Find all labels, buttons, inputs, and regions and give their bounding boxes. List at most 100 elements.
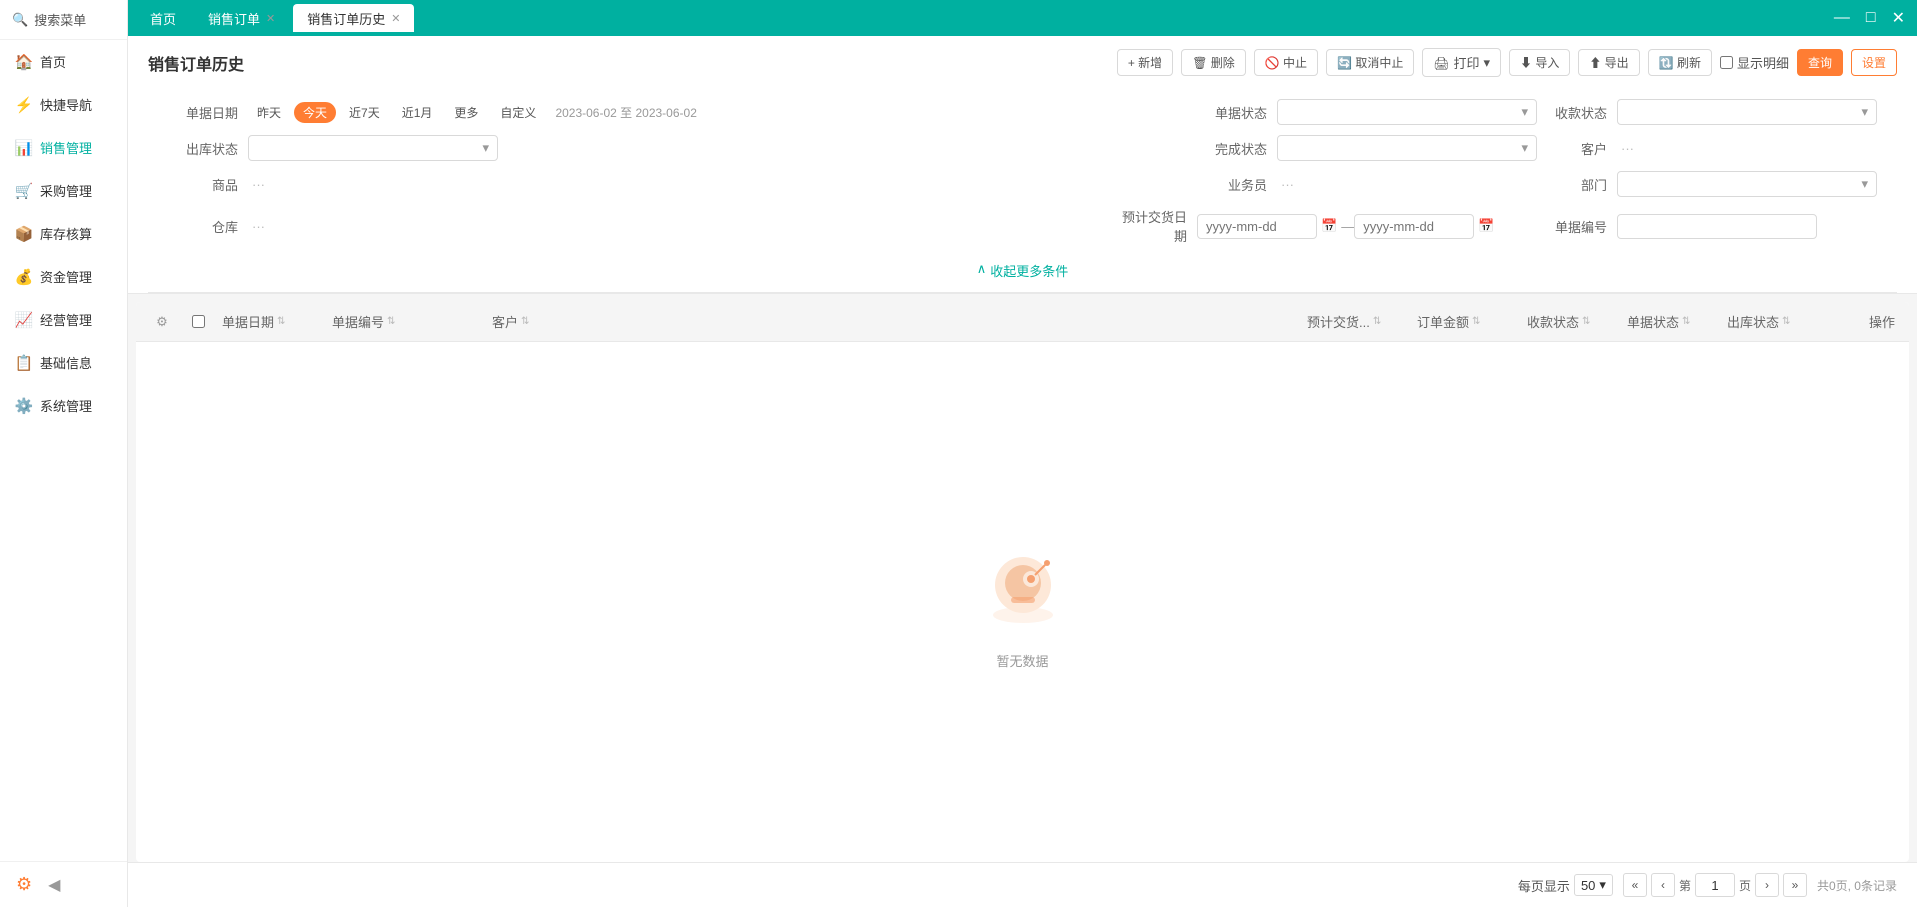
print-button[interactable]: 🖨 打印 ▾ bbox=[1422, 48, 1501, 77]
tab-sales-order-history-close[interactable]: ✕ bbox=[391, 12, 400, 25]
sidebar-item-finance[interactable]: 💰 资金管理 bbox=[0, 255, 127, 298]
th-num-sort: ⇅ bbox=[387, 316, 395, 327]
warehouse-label: 仓库 bbox=[168, 217, 248, 236]
collapse-row[interactable]: ∧ 收起更多条件 bbox=[168, 255, 1877, 282]
display-detail-toggle[interactable]: 显示明细 bbox=[1720, 53, 1789, 72]
delivery-date-to[interactable] bbox=[1354, 214, 1474, 239]
print-dropdown-icon[interactable]: ▾ bbox=[1483, 55, 1490, 71]
last-page-button[interactable]: » bbox=[1783, 873, 1807, 897]
new-button[interactable]: + 新增 bbox=[1117, 49, 1173, 76]
th-order-status-sort: ⇅ bbox=[1682, 316, 1690, 327]
goods-picker[interactable]: ··· bbox=[248, 177, 269, 192]
th-pay-status[interactable]: 收款状态 ⇅ bbox=[1521, 312, 1621, 331]
tab-home[interactable]: 首页 bbox=[136, 4, 190, 32]
page-content: 销售订单历史 + 新增 🗑 删除 🚫 中止 🔄 取消中止 🖨 打印 ▾ ⬇ 导入… bbox=[128, 36, 1917, 907]
th-amount[interactable]: 订单金额 ⇅ bbox=[1411, 312, 1521, 331]
th-date[interactable]: 单据日期 ⇅ bbox=[216, 312, 326, 331]
filter-row-1: 单据日期 昨天 今天 近7天 近1月 更多 自定义 2023-06-02 至 2… bbox=[168, 99, 1877, 125]
doc-number-input[interactable] bbox=[1617, 214, 1817, 239]
sidebar-system-label: 系统管理 bbox=[40, 396, 92, 415]
search-menu-button[interactable]: 🔍 搜索菜单 bbox=[0, 0, 127, 40]
stop-button[interactable]: 🚫 中止 bbox=[1254, 49, 1318, 76]
quick-nav-icon: ⚡ bbox=[16, 97, 32, 113]
th-client[interactable]: 客户 ⇅ bbox=[486, 312, 1301, 331]
sidebar-item-sales[interactable]: 📊 销售管理 bbox=[0, 126, 127, 169]
date-tag-7days[interactable]: 近7天 bbox=[340, 102, 389, 123]
collapse-chevron-icon: ∧ bbox=[977, 261, 987, 280]
total-info: 共0页, 0条记录 bbox=[1817, 877, 1897, 894]
first-page-button[interactable]: « bbox=[1623, 873, 1647, 897]
sidebar-item-basic[interactable]: 📋 基础信息 bbox=[0, 341, 127, 384]
out-status-select[interactable]: ▾ bbox=[248, 135, 498, 161]
display-detail-checkbox[interactable] bbox=[1720, 56, 1733, 69]
per-page-select[interactable]: 50 ▾ bbox=[1574, 874, 1613, 896]
department-select[interactable]: ▾ bbox=[1617, 171, 1877, 197]
cancel-stop-button[interactable]: 🔄 取消中止 bbox=[1326, 49, 1414, 76]
settings-button[interactable]: 设置 bbox=[1851, 49, 1897, 76]
salesperson-picker[interactable]: ··· bbox=[1277, 177, 1298, 192]
date-tag-today[interactable]: 今天 bbox=[294, 102, 336, 123]
tab-sales-order[interactable]: 销售订单 ✕ bbox=[194, 4, 289, 32]
out-status-chevron: ▾ bbox=[482, 140, 489, 156]
pagination-nav: « ‹ 第 页 › » bbox=[1623, 873, 1807, 897]
complete-status-select[interactable]: ▾ bbox=[1277, 135, 1537, 161]
purchase-icon: 🛒 bbox=[16, 183, 32, 199]
sidebar-item-inventory[interactable]: 📦 库存核算 bbox=[0, 212, 127, 255]
date-tag-yesterday[interactable]: 昨天 bbox=[248, 102, 290, 123]
sidebar-item-purchase[interactable]: 🛒 采购管理 bbox=[0, 169, 127, 212]
query-button[interactable]: 查询 bbox=[1797, 49, 1843, 76]
sidebar-item-quick-nav[interactable]: ⚡ 快捷导航 bbox=[0, 83, 127, 126]
date-range-text: 2023-06-02 至 2023-06-02 bbox=[555, 104, 696, 121]
th-amount-label: 订单金额 bbox=[1417, 312, 1469, 331]
date-range-dash: — bbox=[1341, 219, 1354, 234]
filter-col-complete-status: 完成状态 ▾ bbox=[1197, 135, 1537, 161]
customer-picker[interactable]: ··· bbox=[1617, 141, 1638, 156]
sidebar-item-business[interactable]: 📈 经营管理 bbox=[0, 298, 127, 341]
sidebar-item-home[interactable]: 🏠 首页 bbox=[0, 40, 127, 83]
current-page-input[interactable] bbox=[1695, 873, 1735, 897]
th-date-label: 单据日期 bbox=[222, 312, 274, 331]
tab-sales-order-close[interactable]: ✕ bbox=[266, 12, 275, 25]
prev-page-button[interactable]: ‹ bbox=[1651, 873, 1675, 897]
sidebar-settings-icon[interactable]: ⚙ bbox=[16, 874, 32, 895]
next-page-button[interactable]: › bbox=[1755, 873, 1779, 897]
maximize-button[interactable]: □ bbox=[1862, 9, 1880, 27]
calendar-to-icon[interactable]: 📅 bbox=[1474, 218, 1498, 234]
th-out-status[interactable]: 出库状态 ⇅ bbox=[1721, 312, 1821, 331]
refresh-button[interactable]: 🔃 刷新 bbox=[1648, 49, 1712, 76]
date-tag-more[interactable]: 更多 bbox=[445, 102, 487, 123]
date-tag-custom[interactable]: 自定义 bbox=[491, 102, 545, 123]
warehouse-picker[interactable]: ··· bbox=[248, 219, 269, 234]
customer-label: 客户 bbox=[1537, 139, 1617, 158]
filter-col-doc-number: 单据编号 bbox=[1537, 214, 1877, 239]
doc-date-value: 昨天 今天 近7天 近1月 更多 自定义 2023-06-02 至 2023-0… bbox=[248, 102, 1197, 123]
column-settings-button[interactable]: ⚙ bbox=[144, 314, 180, 330]
sidebar-item-system[interactable]: ⚙️ 系统管理 bbox=[0, 384, 127, 427]
sidebar-collapse-icon[interactable]: ◀ bbox=[48, 875, 60, 895]
th-num[interactable]: 单据编号 ⇅ bbox=[326, 312, 486, 331]
select-all-checkbox[interactable] bbox=[192, 315, 205, 328]
th-out-status-label: 出库状态 bbox=[1727, 312, 1779, 331]
minimize-button[interactable]: — bbox=[1830, 9, 1854, 27]
delivery-date-from[interactable] bbox=[1197, 214, 1317, 239]
close-button[interactable]: ✕ bbox=[1888, 8, 1909, 28]
sidebar: 🔍 搜索菜单 🏠 首页 ⚡ 快捷导航 📊 销售管理 🛒 采购管理 📦 库存核算 … bbox=[0, 0, 128, 907]
th-date-sort: ⇅ bbox=[277, 316, 285, 327]
date-tag-1month[interactable]: 近1月 bbox=[393, 102, 442, 123]
tab-sales-order-history[interactable]: 销售订单历史 ✕ bbox=[293, 4, 414, 32]
tab-home-label: 首页 bbox=[150, 9, 176, 28]
collapse-label: 收起更多条件 bbox=[990, 261, 1068, 280]
delete-button[interactable]: 🗑 删除 bbox=[1181, 49, 1246, 76]
import-button[interactable]: ⬇ 导入 bbox=[1509, 49, 1570, 76]
th-pay-status-label: 收款状态 bbox=[1527, 312, 1579, 331]
pay-status-select[interactable]: ▾ bbox=[1617, 99, 1877, 125]
export-button[interactable]: ⬆ 导出 bbox=[1578, 49, 1639, 76]
tab-sales-order-history-label: 销售订单历史 bbox=[307, 9, 385, 28]
th-delivery[interactable]: 预计交货... ⇅ bbox=[1301, 312, 1411, 331]
calendar-from-icon[interactable]: 📅 bbox=[1317, 218, 1341, 234]
th-order-status[interactable]: 单据状态 ⇅ bbox=[1621, 312, 1721, 331]
sales-icon: 📊 bbox=[16, 140, 32, 156]
doc-date-label: 单据日期 bbox=[168, 103, 248, 122]
order-status-select[interactable]: ▾ bbox=[1277, 99, 1537, 125]
th-client-sort: ⇅ bbox=[521, 316, 529, 327]
